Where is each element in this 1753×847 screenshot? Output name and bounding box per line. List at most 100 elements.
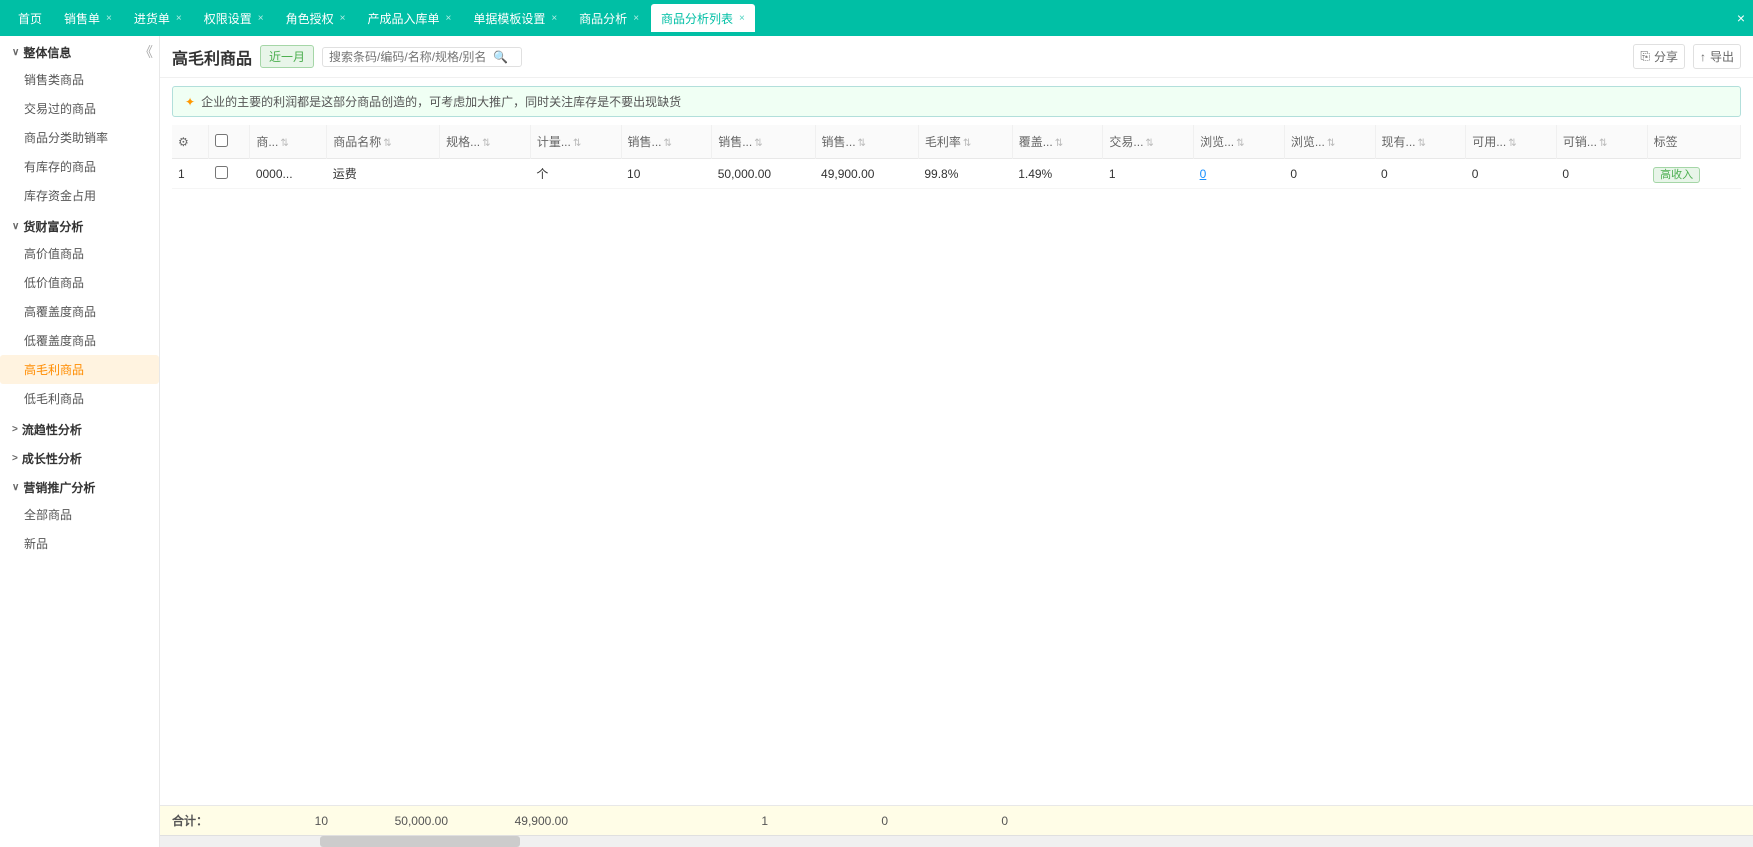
scrollbar-thumb[interactable] — [320, 836, 520, 847]
sidebar-arrow-icon: ∨ — [12, 482, 19, 493]
sort-icon[interactable]: ⇅ — [1055, 138, 1063, 149]
sidebar-item[interactable]: 低毛利商品 — [0, 384, 159, 413]
sort-icon[interactable]: ⇅ — [963, 138, 971, 149]
sidebar-item[interactable]: 高价值商品 — [0, 239, 159, 268]
sidebar-group-title[interactable]: ∨营销推广分析 — [0, 471, 159, 500]
sidebar-group-title[interactable]: ∨货财富分析 — [0, 210, 159, 239]
export-button[interactable]: ↑ 导出 — [1693, 44, 1741, 69]
tab-label: 销售单 — [64, 10, 100, 27]
sidebar-item[interactable]: 低价值商品 — [0, 268, 159, 297]
table-header-cell[interactable]: 商...⇅ — [250, 125, 327, 159]
tab-label: 商品分析列表 — [661, 10, 733, 27]
sort-icon[interactable]: ⇅ — [858, 138, 866, 149]
tab-close-icon[interactable]: × — [445, 13, 451, 24]
sort-icon[interactable]: ⇅ — [664, 138, 672, 149]
sidebar-arrow-icon: > — [12, 424, 18, 435]
sort-icon[interactable]: ⇅ — [1418, 138, 1426, 149]
settings-icon[interactable]: ⚙ — [178, 135, 189, 149]
nav-tab-销售单[interactable]: 销售单 × — [54, 4, 122, 32]
sort-icon[interactable]: ⇅ — [482, 138, 490, 149]
close-all-button[interactable]: × — [1737, 10, 1745, 26]
sidebar-item[interactable]: 低覆盖度商品 — [0, 326, 159, 355]
table-row[interactable]: 10000...运费个1050,000.0049,900.0099.8%1.49… — [172, 159, 1741, 189]
share-button[interactable]: ⎘ 分享 — [1633, 44, 1685, 69]
sort-icon[interactable]: ⇅ — [754, 138, 762, 149]
table-header-cell[interactable]: 覆盖...⇅ — [1012, 125, 1103, 159]
horizontal-scrollbar[interactable] — [160, 835, 1753, 847]
table-header-cell[interactable]: 交易...⇅ — [1103, 125, 1194, 159]
sort-icon[interactable]: ⇅ — [280, 138, 288, 149]
row-available: 0 — [1466, 159, 1557, 189]
row-current: 0 — [1375, 159, 1466, 189]
sidebar-item[interactable]: 全部商品 — [0, 500, 159, 529]
sort-icon[interactable]: ⇅ — [1508, 138, 1516, 149]
row-select-checkbox[interactable] — [215, 166, 228, 179]
tab-label: 进货单 — [134, 10, 170, 27]
sidebar-item[interactable]: 商品分类助销率 — [0, 123, 159, 152]
sidebar-group-title[interactable]: ∨整体信息 — [0, 36, 159, 65]
tab-close-icon[interactable]: × — [633, 13, 639, 24]
table-header-cell[interactable]: 规格...⇅ — [440, 125, 531, 159]
table-header-cell[interactable]: 销售...⇅ — [621, 125, 712, 159]
row-checkbox[interactable] — [209, 159, 250, 189]
nav-tab-单据模板设置[interactable]: 单据模板设置× — [463, 4, 567, 32]
sidebar-item[interactable]: 库存资金占用 — [0, 181, 159, 210]
table-header-cell[interactable]: 毛利率⇅ — [918, 125, 1012, 159]
sidebar: 《 ∨整体信息销售类商品交易过的商品商品分类助销率有库存的商品库存资金占用∨货财… — [0, 36, 160, 847]
filter-recent-month-button[interactable]: 近一月 — [260, 45, 314, 68]
table-header-cell[interactable]: 销售...⇅ — [712, 125, 815, 159]
sidebar-item[interactable]: 高覆盖度商品 — [0, 297, 159, 326]
tip-icon: ✦ — [185, 95, 195, 109]
page-title: 高毛利商品 — [172, 45, 252, 69]
export-label: 导出 — [1710, 48, 1734, 65]
sidebar-item[interactable]: 销售类商品 — [0, 65, 159, 94]
nav-tab-商品分析[interactable]: 商品分析× — [569, 4, 649, 32]
table-header-cell[interactable]: 商品名称⇅ — [327, 125, 440, 159]
sidebar-item[interactable]: 交易过的商品 — [0, 94, 159, 123]
info-banner: ✦ 企业的主要的利润都是这部分商品创造的，可考虑加大推广，同时关注库存是不要出现… — [172, 86, 1741, 117]
col-label: 销售... — [628, 135, 662, 149]
sidebar-group-title[interactable]: >流趋性分析 — [0, 413, 159, 442]
tab-close-icon[interactable]: × — [739, 13, 745, 24]
sidebar-item[interactable]: 高毛利商品 — [0, 355, 159, 384]
sidebar-group-title[interactable]: >成长性分析 — [0, 442, 159, 471]
search-input[interactable] — [329, 50, 489, 64]
sort-icon[interactable]: ⇅ — [1327, 138, 1335, 149]
col-label: 销售... — [822, 135, 856, 149]
tab-close-icon[interactable]: × — [340, 13, 346, 24]
table-header-cell[interactable]: 计量...⇅ — [530, 125, 621, 159]
search-icon[interactable]: 🔍 — [493, 50, 508, 64]
table-header-cell[interactable]: 浏览...⇅ — [1284, 125, 1375, 159]
sidebar-collapse-button[interactable]: 《 — [139, 42, 153, 62]
tab-close-icon[interactable]: × — [106, 13, 112, 24]
nav-tab-角色授权[interactable]: 角色授权× — [276, 4, 356, 32]
sort-icon[interactable]: ⇅ — [573, 138, 581, 149]
col-label: 浏览... — [1291, 135, 1325, 149]
table-header-cell[interactable]: 可销...⇅ — [1556, 125, 1647, 159]
table-header-cell[interactable]: 可用...⇅ — [1466, 125, 1557, 159]
browse1-link[interactable]: 0 — [1200, 167, 1207, 181]
select-all-checkbox[interactable] — [215, 134, 228, 147]
nav-tab-首页[interactable]: 首页 — [8, 4, 52, 32]
tab-close-icon[interactable]: × — [176, 13, 182, 24]
table-header-cell[interactable]: 现有...⇅ — [1375, 125, 1466, 159]
nav-tab-进货单[interactable]: 进货单 × — [124, 4, 192, 32]
sort-icon[interactable]: ⇅ — [383, 138, 391, 149]
table-header-cell[interactable]: 浏览...⇅ — [1194, 125, 1285, 159]
row-sales3: 49,900.00 — [815, 159, 918, 189]
sidebar-item[interactable]: 有库存的商品 — [0, 152, 159, 181]
nav-tab-权限设置[interactable]: 权限设置× — [194, 4, 274, 32]
tab-close-icon[interactable]: × — [258, 13, 264, 24]
search-box[interactable]: 🔍 — [322, 47, 522, 67]
sort-icon[interactable]: ⇅ — [1236, 138, 1244, 149]
table-container[interactable]: ⚙商...⇅商品名称⇅规格...⇅计量...⇅销售...⇅销售...⇅销售...… — [160, 125, 1753, 805]
nav-tab-产成品入库单[interactable]: 产成品入库单× — [357, 4, 461, 32]
sidebar-item[interactable]: 新品 — [0, 529, 159, 558]
table-header-cell[interactable]: 销售...⇅ — [815, 125, 918, 159]
sort-icon[interactable]: ⇅ — [1145, 138, 1153, 149]
nav-tab-商品分析列表[interactable]: 商品分析列表 × — [651, 4, 755, 32]
sort-icon[interactable]: ⇅ — [1599, 138, 1607, 149]
row-gross-rate: 99.8% — [918, 159, 1012, 189]
tab-close-icon[interactable]: × — [551, 13, 557, 24]
sidebar-group: ∨货财富分析高价值商品低价值商品高覆盖度商品低覆盖度商品高毛利商品低毛利商品 — [0, 210, 159, 413]
